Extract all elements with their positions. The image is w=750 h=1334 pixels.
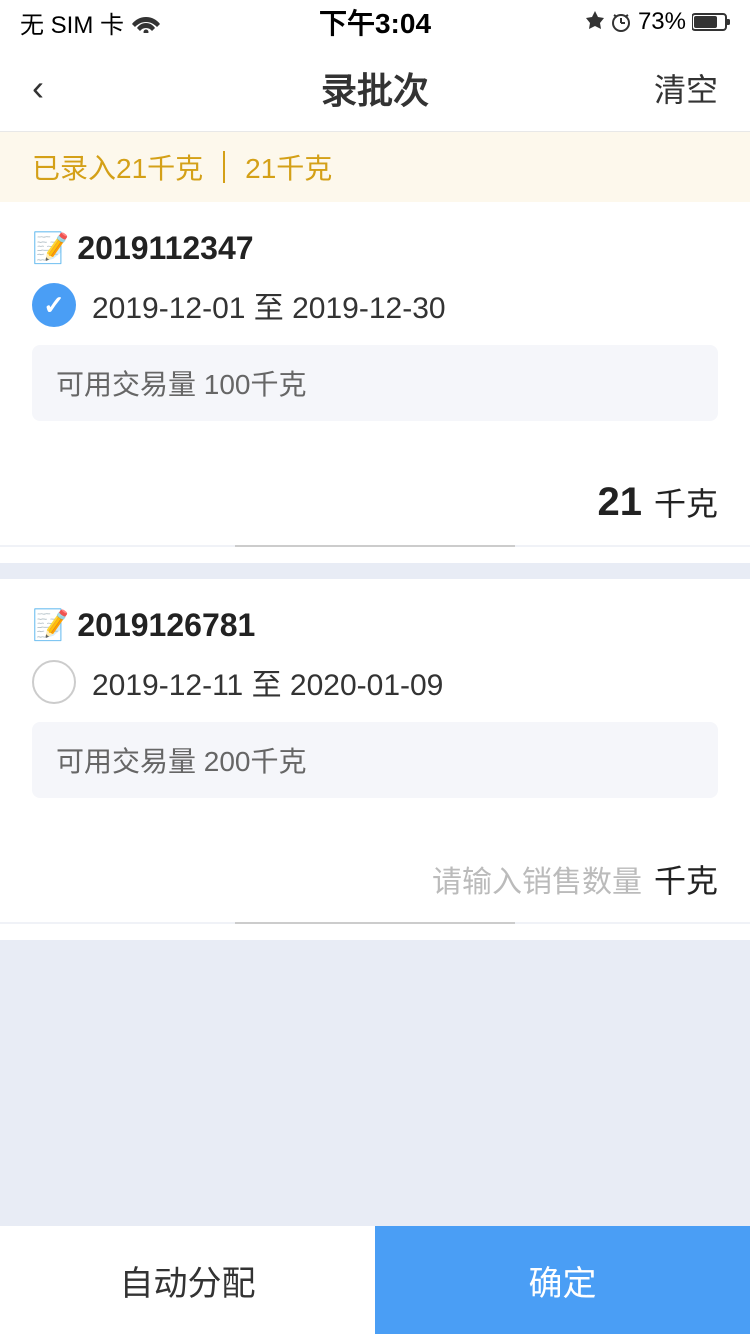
summary-divider [223,151,225,183]
date-text-1: 2019-12-01 至 2019-12-30 [92,283,446,327]
battery-label: 73% [638,8,686,36]
radio-1[interactable]: ✓ [32,283,76,327]
availability-box-2: 可用交易量 200千克 [32,722,718,798]
status-bar: 无 SIM 卡 下午3:04 73% [0,0,750,44]
page-title: 录批次 [321,62,429,114]
batch-id-1: 2019112347 [77,230,253,267]
clear-button[interactable]: 清空 [654,65,718,111]
input-placeholder-2: 请输入销售数量 [432,857,642,901]
radio-2[interactable] [32,660,76,704]
amount-row-1: 21 千克 [0,469,750,545]
back-button[interactable]: ‹ [32,67,92,109]
summary-value: 21千克 [245,147,332,187]
alarm-icon [610,11,632,33]
bottom-bar: 自动分配 确定 [0,1226,750,1334]
batch-id-row-1: 📝 2019112347 [32,230,718,267]
amount-unit-1: 千克 [654,479,718,525]
batch-icon-2: 📝 [32,608,69,643]
batch-icon-1: 📝 [32,231,69,266]
confirm-button[interactable]: 确定 [375,1226,750,1334]
amount-value-1: 21 [597,480,642,525]
batch-card-1: 📝 2019112347 ✓ 2019-12-01 至 2019-12-30 可… [0,202,750,469]
wifi-icon [132,11,160,33]
batch-id-row-2: 📝 2019126781 [32,607,718,644]
date-row-2[interactable]: 2019-12-11 至 2020-01-09 [32,660,718,704]
status-time: 下午3:04 [319,2,431,42]
sim-label: 无 SIM 卡 [20,5,124,40]
nav-bar: ‹ 录批次 清空 [0,44,750,132]
section-divider [0,563,750,579]
auto-distribute-button[interactable]: 自动分配 [0,1226,375,1334]
date-text-2: 2019-12-11 至 2020-01-09 [92,660,443,704]
summary-label: 已录入21千克 [32,147,203,187]
location-icon [586,11,604,33]
battery-icon [692,12,730,32]
summary-banner: 已录入21千克 21千克 [0,132,750,202]
availability-box-1: 可用交易量 100千克 [32,345,718,421]
status-right: 73% [586,8,730,36]
input-unit-2: 千克 [654,856,718,902]
batch-id-2: 2019126781 [77,607,255,644]
input-row-2: 请输入销售数量 千克 [0,846,750,922]
batch-card-2: 📝 2019126781 2019-12-11 至 2020-01-09 可用交… [0,579,750,846]
check-icon-1: ✓ [43,290,65,321]
status-left: 无 SIM 卡 [20,5,160,40]
date-row-1[interactable]: ✓ 2019-12-01 至 2019-12-30 [32,283,718,327]
